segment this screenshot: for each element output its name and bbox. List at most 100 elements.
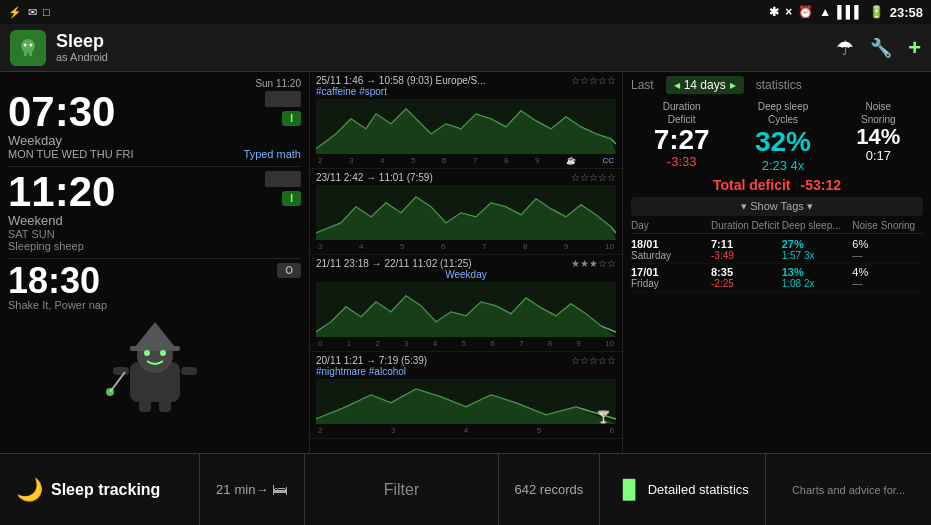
detailed-stats-section[interactable]: ▐▌ Detailed statistics: [600, 454, 766, 525]
show-tags-button[interactable]: ▾ Show Tags ▾: [631, 197, 923, 216]
show-tags-label: Show Tags: [750, 200, 804, 212]
record-4-chart: 🍸: [316, 379, 616, 424]
svg-rect-1: [24, 51, 27, 56]
row-2-date: 17/01: [631, 266, 711, 278]
alarm-1-slider[interactable]: [265, 91, 301, 107]
row-2-dur-val: 8:35: [711, 266, 782, 278]
svg-point-14: [106, 388, 114, 396]
alarm-2-slider[interactable]: [265, 171, 301, 187]
record-2-ticks: 345678910: [316, 242, 616, 251]
table-row-1[interactable]: 18/01 Saturday 7:11 -3:49 27% 1:57 3x 6%…: [631, 236, 923, 264]
row-1-deep-sub: 1:57 3x: [782, 250, 853, 261]
tab-statistics[interactable]: statistics: [756, 78, 802, 92]
sleep-tracking-label: Sleep tracking: [51, 481, 160, 499]
deep-sleep-value: 32%: [755, 126, 811, 158]
sleep-record-3[interactable]: 21/11 23:18 → 22/11 11:02 (11:25) ★★★☆☆ …: [310, 255, 622, 352]
noise-col: NoiseSnoring 14% 0:17: [856, 100, 900, 173]
bed-icon: 🛏: [272, 481, 288, 499]
divider-1: [8, 166, 301, 167]
noise-label: NoiseSnoring: [856, 100, 900, 126]
record-1-header: 25/11 1:46 → 10:58 (9:03) Europe/S... ☆☆…: [316, 75, 616, 86]
app-subtitle: as Android: [56, 51, 108, 63]
col-duration-header: Duration Deficit: [711, 220, 782, 231]
noise-value: 14%: [856, 126, 900, 148]
alarm-1-label: Weekday: [8, 133, 115, 148]
row-2-day: 17/01 Friday: [631, 266, 711, 289]
svg-rect-8: [130, 346, 180, 351]
clock-time: 23:58: [890, 5, 923, 20]
android-mascot-svg: [105, 317, 205, 417]
signal-icon: ▌▌▌: [837, 5, 863, 19]
table-row-2[interactable]: 17/01 Friday 8:35 -2:25 13% 1:08 2x 4% —: [631, 264, 923, 292]
left-panel: Sun 11:20 07:30 Weekday I MON TUE WED TH…: [0, 72, 310, 453]
row-2-duration: 8:35 -2:25: [711, 266, 782, 289]
svg-point-9: [144, 350, 150, 356]
status-bar: ⚡ ✉ □ ✱ × ⏰ ▲ ▌▌▌ 🔋 23:58: [0, 0, 931, 24]
table-header: Day Duration Deficit Deep sleep... Noise…: [631, 220, 923, 234]
sleep-record-4[interactable]: 20/11 1:21 → 7:19 (5:39) ☆☆☆☆☆ #nightmar…: [310, 352, 622, 439]
sleep-record-2[interactable]: 23/11 2:42 → 11:01 (7:59) ☆☆☆☆☆ 34567891…: [310, 169, 622, 255]
alarm-2-label: Weekend: [8, 213, 115, 228]
alarm-2-sound-name: Sleeping sheep: [8, 240, 301, 252]
record-1-chart: [316, 99, 616, 154]
record-3-stars: ★★★☆☆: [571, 258, 616, 269]
bottom-bar: 🌙 Sleep tracking 21 min→ 🛏 Filter 642 re…: [0, 453, 931, 525]
alarm-1-toggle[interactable]: I: [282, 111, 301, 126]
umbrella-icon[interactable]: ☂: [836, 36, 854, 60]
record-4-stars: ☆☆☆☆☆: [571, 355, 616, 366]
alarm-row-2: 11:20 Weekend I: [8, 171, 301, 228]
svg-rect-12: [181, 367, 197, 375]
alarm-2-info: 11:20 Weekend: [8, 171, 115, 228]
deep-sleep-sub: 2:23 4x: [755, 158, 811, 173]
svg-rect-16: [159, 400, 171, 412]
alarm-2-controls: I: [265, 171, 301, 206]
deep-sleep-col: Deep sleepCycles 32% 2:23 4x: [755, 100, 811, 173]
status-right: ✱ × ⏰ ▲ ▌▌▌ 🔋 23:58: [769, 5, 923, 20]
app-title: Sleep: [56, 32, 108, 52]
col-noise-header: Noise Snoring: [852, 220, 923, 231]
sleep-tracking-section[interactable]: 🌙 Sleep tracking: [0, 454, 200, 525]
record-4-time: 20/11 1:21 → 7:19 (5:39): [316, 355, 427, 366]
alarm-row-3: 18:30 O: [8, 263, 301, 299]
time-info-section: 21 min→ 🛏: [200, 454, 305, 525]
mail-icon: ✉: [28, 6, 37, 19]
triangle-left-icon: ◀: [674, 81, 680, 90]
alarm-2-time: 11:20: [8, 171, 115, 213]
record-2-time: 23/11 2:42 → 11:01 (7:59): [316, 172, 433, 183]
row-1-dur-val: 7:11: [711, 238, 782, 250]
record-1-stars: ☆☆☆☆☆: [571, 75, 616, 86]
filter-section[interactable]: Filter: [305, 454, 498, 525]
tab-14-days[interactable]: ◀ 14 days ▶: [666, 76, 744, 94]
bluetooth-icon: ✱: [769, 5, 779, 19]
status-left-icons: ⚡ ✉ □: [8, 6, 50, 19]
notification-icon: ×: [785, 5, 792, 19]
add-icon[interactable]: +: [908, 35, 921, 61]
alarm-1-info: 07:30 Weekday: [8, 91, 115, 148]
triangle-right-icon: ▶: [730, 81, 736, 90]
records-section: 642 records: [499, 454, 601, 525]
alarm-3-time: 18:30: [8, 263, 100, 299]
settings-icon[interactable]: 🔧: [870, 37, 892, 59]
app-icon-status: □: [43, 6, 50, 18]
alarm-1-controls: I: [265, 91, 301, 126]
svg-text:🍸: 🍸: [596, 409, 611, 424]
alarm-2-toggle[interactable]: I: [282, 191, 301, 206]
main-content: Sun 11:20 07:30 Weekday I MON TUE WED TH…: [0, 72, 931, 453]
svg-point-3: [24, 43, 27, 46]
row-1-noise-val: 6%: [852, 238, 923, 250]
alarm-3-toggle[interactable]: O: [277, 263, 301, 278]
record-3-ticks: 012345678910: [316, 339, 616, 348]
row-2-noise-val: 4%: [852, 266, 923, 278]
noise-sub: 0:17: [856, 148, 900, 163]
mascot-area: [8, 317, 301, 417]
record-2-stars: ☆☆☆☆☆: [571, 172, 616, 183]
total-deficit-value: -53:12: [801, 177, 841, 193]
svg-rect-15: [139, 400, 151, 412]
usb-icon: ⚡: [8, 6, 22, 19]
sleep-record-1[interactable]: 25/11 1:46 → 10:58 (9:03) Europe/S... ☆☆…: [310, 72, 622, 169]
record-2-header: 23/11 2:42 → 11:01 (7:59) ☆☆☆☆☆: [316, 172, 616, 183]
battery-icon: 🔋: [869, 5, 884, 19]
charts-advice-section: Charts and advice for...: [766, 454, 931, 525]
tab-last[interactable]: Last: [631, 78, 654, 92]
record-2-chart: [316, 185, 616, 240]
